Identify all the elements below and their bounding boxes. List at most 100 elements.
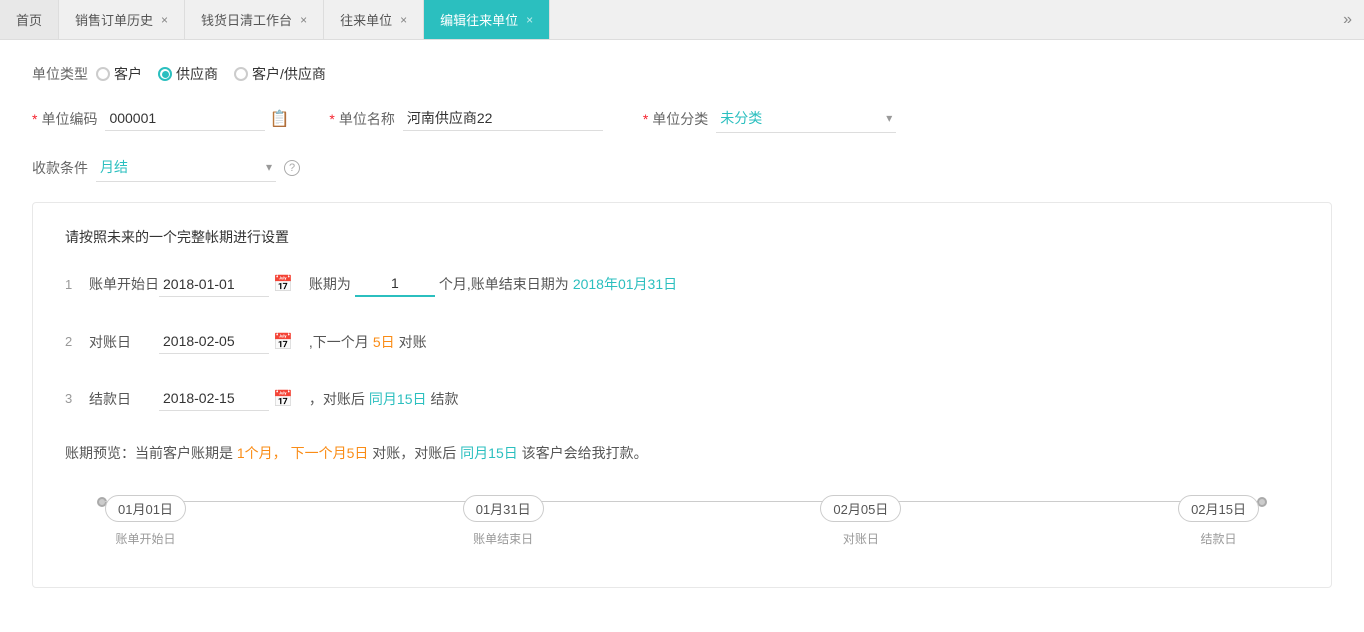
period-date-2[interactable] [159, 329, 269, 354]
period-num-3: 3 [65, 391, 89, 406]
period-rec-day-highlight: 5日 [373, 332, 395, 352]
unit-type-radio-group: 客户 供应商 客户/供应商 [96, 64, 326, 84]
period-cal-2-icon[interactable]: 📅 [273, 332, 293, 352]
tab-more-button[interactable]: » [1331, 11, 1364, 29]
period-cal-1-icon[interactable]: 📅 [273, 274, 293, 294]
unit-code-star: * [32, 111, 37, 127]
tl-label-1: 账单结束日 [473, 530, 533, 547]
tab-edit-partner-label: 编辑往来单位 [440, 10, 518, 29]
period-desc-1: 账期为 个月,账单结束日期为 2018年01月31日 [309, 271, 677, 297]
period-desc-3-suffix: 结款 [431, 389, 459, 409]
preview-part1: 1个月， [237, 445, 287, 461]
tab-partner-label: 往来单位 [340, 10, 392, 29]
tab-home[interactable]: 首页 [0, 0, 59, 39]
tl-badge-1: 01月31日 [463, 495, 544, 522]
timeline: 01月01日 账单开始日 01月31日 账单结束日 02月05日 对账日 [65, 487, 1299, 547]
tab-bar: 首页 销售订单历史 × 钱货日清工作台 × 往来单位 × 编辑往来单位 × » [0, 0, 1364, 40]
unit-code-copy-icon[interactable]: 📋 [269, 109, 289, 129]
payment-row: 收款条件 月结 ▾ ? [32, 153, 1332, 182]
period-desc-3-prefix: ，对账后 [309, 389, 365, 409]
unit-type-label: 单位类型 [32, 64, 88, 84]
timeline-node-0: 01月01日 账单开始日 [105, 487, 186, 547]
period-desc-2: ,下一个月 5日 对账 [309, 332, 427, 352]
radio-supplier[interactable]: 供应商 [158, 64, 218, 84]
preview-label: 账期预览：当前客户账期是 [65, 445, 233, 461]
tl-badge-0: 01月01日 [105, 495, 186, 522]
tab-partner[interactable]: 往来单位 × [324, 0, 424, 39]
unit-name-star: * [329, 111, 334, 127]
unit-category-value: 未分类 [720, 108, 886, 128]
unit-category-label: 单位分类 [652, 109, 708, 129]
period-month-input[interactable] [355, 271, 435, 297]
payment-help-icon[interactable]: ? [284, 160, 300, 176]
radio-supplier-label: 供应商 [176, 64, 218, 84]
unit-name-label: 单位名称 [339, 109, 395, 129]
period-desc-1-suffix: 个月,账单结束日期为 [439, 274, 569, 294]
unit-code-label: 单位编码 [41, 109, 97, 129]
tab-cash-work-close[interactable]: × [300, 13, 307, 27]
tl-label-0: 账单开始日 [115, 530, 175, 547]
period-date-1[interactable] [159, 272, 269, 297]
card-title: 请按照未来的一个完整帐期进行设置 [65, 227, 1299, 247]
timeline-nodes: 01月01日 账单开始日 01月31日 账单结束日 02月05日 对账日 [105, 487, 1259, 547]
preview-section: 账期预览：当前客户账期是 1个月， 下一个月5日 对账，对账后 同月15日 该客… [65, 443, 1299, 563]
tab-partner-close[interactable]: × [400, 13, 407, 27]
period-num-1: 1 [65, 277, 89, 292]
period-desc-2-suffix: 对账 [399, 332, 427, 352]
tab-home-label: 首页 [16, 10, 42, 29]
unit-category-group: * 单位分类 未分类 ▾ [643, 104, 896, 133]
preview-text: 账期预览：当前客户账期是 1个月， 下一个月5日 对账，对账后 同月15日 该客… [65, 443, 1299, 463]
radio-both-circle [234, 67, 248, 81]
timeline-node-2: 02月05日 对账日 [820, 487, 901, 547]
preview-end: 该客户会给我打款。 [522, 445, 648, 461]
tab-sales-history[interactable]: 销售订单历史 × [59, 0, 185, 39]
tab-edit-partner-close[interactable]: × [526, 13, 533, 27]
timeline-node-3: 02月15日 结款日 [1178, 487, 1259, 547]
period-desc-1-prefix: 账期为 [309, 274, 351, 294]
unit-category-dropdown[interactable]: 未分类 ▾ [716, 104, 896, 133]
payment-arrow-icon: ▾ [266, 160, 272, 174]
unit-category-star: * [643, 111, 648, 127]
period-desc-2-prefix: ,下一个月 [309, 332, 369, 352]
period-name-1: 账单开始日 [89, 274, 159, 294]
tab-edit-partner[interactable]: 编辑往来单位 × [424, 0, 550, 39]
preview-part2: 下一个月5日 [291, 445, 369, 461]
unit-info-row: * 单位编码 📋 * 单位名称 * 单位分类 未分类 ▾ [32, 104, 1332, 133]
period-cal-3-icon[interactable]: 📅 [273, 389, 293, 409]
period-settings-card: 请按照未来的一个完整帐期进行设置 1 账单开始日 📅 账期为 个月,账单结束日期… [32, 202, 1332, 588]
period-row-1: 1 账单开始日 📅 账期为 个月,账单结束日期为 2018年01月31日 [65, 271, 1299, 305]
period-date-3[interactable] [159, 386, 269, 411]
tab-cash-work[interactable]: 钱货日清工作台 × [185, 0, 324, 39]
tab-sales-history-label: 销售订单历史 [75, 10, 153, 29]
radio-customer[interactable]: 客户 [96, 64, 142, 84]
unit-code-group: * 单位编码 📋 [32, 106, 289, 131]
preview-middle: 对账，对账后 [372, 445, 456, 461]
preview-part3: 同月15日 [460, 445, 518, 461]
tl-badge-3: 02月15日 [1178, 495, 1259, 522]
radio-customer-label: 客户 [114, 64, 142, 84]
period-name-2: 对账日 [89, 332, 159, 352]
unit-name-input[interactable] [403, 106, 603, 131]
tab-sales-history-close[interactable]: × [161, 13, 168, 27]
period-row-2: 2 对账日 📅 ,下一个月 5日 对账 [65, 329, 1299, 362]
unit-type-row: 单位类型 客户 供应商 客户/供应商 [32, 64, 1332, 84]
tl-label-2: 对账日 [843, 530, 879, 547]
payment-dropdown[interactable]: 月结 ▾ [96, 153, 276, 182]
radio-supplier-circle [158, 67, 172, 81]
unit-category-arrow-icon: ▾ [886, 111, 892, 125]
tab-more-icon: » [1343, 11, 1352, 28]
radio-both-label: 客户/供应商 [252, 64, 326, 84]
tl-badge-2: 02月05日 [820, 495, 901, 522]
tl-label-3: 结款日 [1201, 530, 1237, 547]
radio-both[interactable]: 客户/供应商 [234, 64, 326, 84]
period-pay-day-highlight: 同月15日 [369, 389, 427, 409]
unit-code-input[interactable] [105, 106, 265, 131]
payment-label: 收款条件 [32, 158, 88, 178]
unit-name-group: * 单位名称 [329, 106, 602, 131]
payment-value: 月结 [100, 157, 266, 177]
period-num-2: 2 [65, 334, 89, 349]
timeline-node-1: 01月31日 账单结束日 [463, 487, 544, 547]
period-name-3: 结款日 [89, 389, 159, 409]
period-desc-3: ，对账后 同月15日 结款 [309, 389, 459, 409]
tab-cash-work-label: 钱货日清工作台 [201, 10, 292, 29]
